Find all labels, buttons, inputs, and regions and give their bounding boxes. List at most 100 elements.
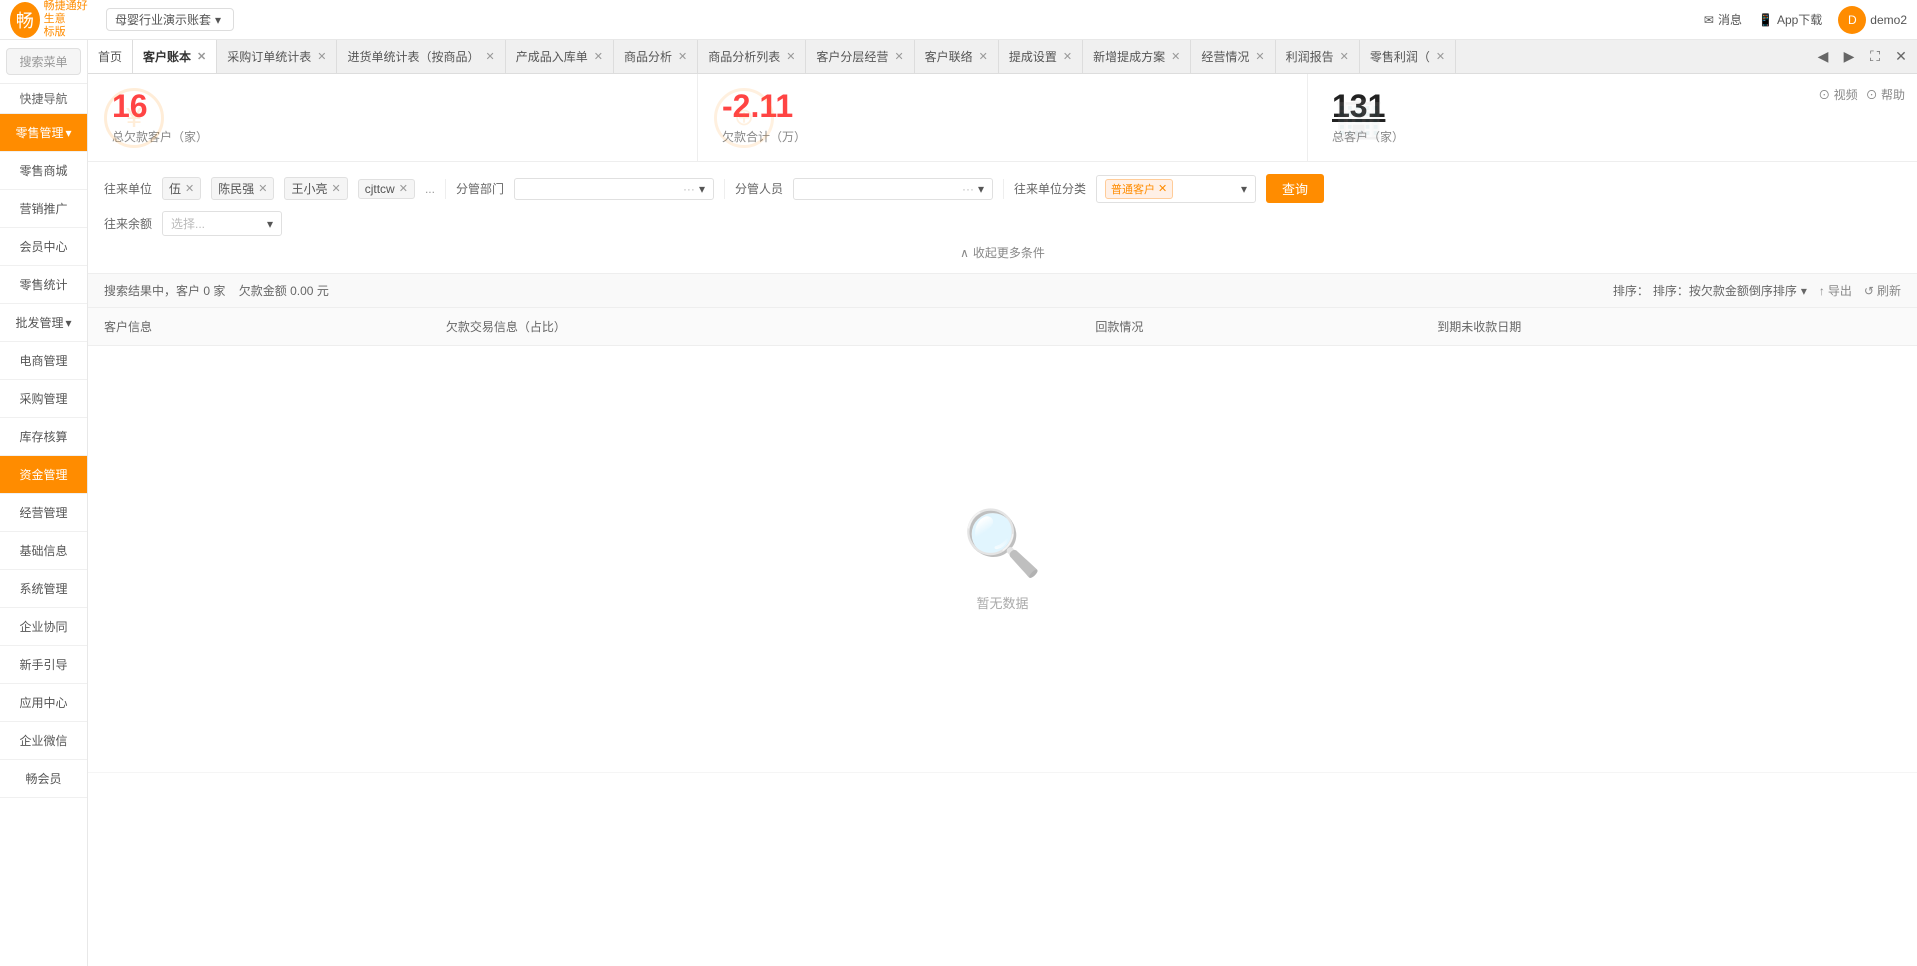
tab-actions: ◀ ▶ ⛶ ✕ — [1811, 45, 1917, 69]
col-due-date: 到期未收款日期 — [1421, 308, 1917, 346]
sidebar-item-ecommerce-mgmt[interactable]: 电商管理 — [0, 342, 87, 380]
person-more-icon: ··· — [962, 182, 974, 196]
dept-select[interactable]: ··· ▾ — [514, 178, 714, 200]
filter-tag-unit-3: 王小亮 ✕ — [284, 177, 347, 200]
sidebar-item-enterprise-wechat[interactable]: 企业微信 — [0, 722, 87, 760]
sort-chevron: ▾ — [1801, 284, 1807, 298]
sidebar-item-purchase-mgmt[interactable]: 采购管理 — [0, 380, 87, 418]
chevron-icon: ▾ — [65, 316, 71, 330]
balance-select[interactable]: 选择... ▾ — [162, 211, 282, 236]
stat-total-customers-label: 总客户（家） — [1332, 128, 1893, 145]
tab-new-commission-plan[interactable]: 新增提成方案 ✕ — [1083, 40, 1191, 74]
tab-commission-settings[interactable]: 提成设置 ✕ — [999, 40, 1083, 74]
tab-purchase-order-stats[interactable]: 采购订单统计表 ✕ — [217, 40, 337, 74]
remove-tag-3[interactable]: ✕ — [332, 182, 341, 195]
tab-bar: 首页 客户账本 ✕ 采购订单统计表 ✕ 进货单统计表（按商品） ✕ 产成品入库单… — [88, 40, 1917, 74]
sidebar-item-member-center[interactable]: 会员中心 — [0, 228, 87, 266]
close-tab-commission-settings[interactable]: ✕ — [1063, 50, 1072, 63]
tab-close-all[interactable]: ✕ — [1889, 45, 1913, 69]
sidebar-item-inventory[interactable]: 库存核算 — [0, 418, 87, 456]
remove-tag-1[interactable]: ✕ — [185, 182, 194, 195]
stat-debt-number: -2.11 — [722, 90, 1283, 122]
sort-control[interactable]: 排序： 排序：按欠款金额倒序排序 ▾ — [1613, 282, 1807, 299]
close-tab-customer-contact[interactable]: ✕ — [979, 50, 988, 63]
tab-customer-contact[interactable]: 客户联络 ✕ — [915, 40, 999, 74]
industry-selector[interactable]: 母婴行业演示账套 ▾ — [106, 8, 234, 31]
category-select[interactable]: 普通客户 ✕ ▾ — [1096, 175, 1256, 203]
close-tab-profit-report[interactable]: ✕ — [1340, 50, 1349, 63]
quick-nav-btn[interactable]: 快捷导航 — [0, 84, 87, 114]
filter-row-2: 往来余额 选择... ▾ — [104, 211, 1901, 236]
close-tab-new-commission-plan[interactable]: ✕ — [1171, 50, 1180, 63]
export-icon: ↑ — [1819, 284, 1825, 298]
close-tab-customer-tier[interactable]: ✕ — [894, 50, 903, 63]
close-tab-product-inbound[interactable]: ✕ — [594, 50, 603, 63]
sidebar-item-retail-mall[interactable]: 零售商城 — [0, 152, 87, 190]
filter-more-btn[interactable]: ... — [425, 182, 435, 196]
tab-product-analysis-list[interactable]: 商品分析列表 ✕ — [698, 40, 806, 74]
balance-chevron: ▾ — [267, 217, 273, 231]
sidebar-item-enterprise-collab[interactable]: 企业协同 — [0, 608, 87, 646]
tab-business-status[interactable]: 经营情况 ✕ — [1191, 40, 1275, 74]
sidebar-item-basic-info[interactable]: 基础信息 — [0, 532, 87, 570]
close-tab-product-analysis[interactable]: ✕ — [678, 50, 687, 63]
logo-area: 畅 畅捷通好生意 标版 — [10, 0, 98, 39]
col-debt-info: 欠款交易信息（占比） — [430, 308, 1080, 346]
collapse-btn[interactable]: ∧ 收起更多条件 — [104, 244, 1901, 261]
sidebar-item-wholesale-mgmt[interactable]: 批发管理 ▾ — [0, 304, 87, 342]
app-download-btn[interactable]: 📱 App下载 — [1758, 11, 1822, 28]
help-link[interactable]: ⊙ 帮助 — [1866, 86, 1905, 103]
filter-tag-unit-2: 陈民强 ✕ — [211, 177, 274, 200]
stat-card-customers: ¥ 16 总欠款客户（家） — [88, 74, 698, 161]
sidebar-item-app-center[interactable]: 应用中心 — [0, 684, 87, 722]
tab-scroll-right[interactable]: ▶ — [1837, 45, 1861, 69]
export-btn[interactable]: ↑ 导出 — [1819, 282, 1852, 299]
message-btn[interactable]: ✉ 消息 — [1704, 11, 1742, 28]
close-tab-business-status[interactable]: ✕ — [1255, 50, 1264, 63]
person-select[interactable]: ··· ▾ — [793, 178, 993, 200]
content-area: ¥ 16 总欠款客户（家） ⊕ -2.11 欠款合计（万） — [88, 74, 1917, 966]
sidebar-item-marketing[interactable]: 营销推广 — [0, 190, 87, 228]
filter-tag-unit-1: 伍 ✕ — [162, 177, 201, 200]
sidebar-item-retail-mgmt[interactable]: 零售管理 ▾ — [0, 114, 87, 152]
result-summary: 搜索结果中，客户 0 家 欠款金额 0.00 元 — [104, 282, 329, 299]
dept-more-icon: ··· — [683, 182, 695, 196]
tab-product-inbound[interactable]: 产成品入库单 ✕ — [506, 40, 614, 74]
remove-category[interactable]: ✕ — [1158, 182, 1167, 195]
sidebar-item-retail-stats[interactable]: 零售统计 — [0, 266, 87, 304]
close-tab-product-analysis-list[interactable]: ✕ — [786, 50, 795, 63]
sidebar-item-member-vip[interactable]: 畅会员 — [0, 760, 87, 798]
empty-state-cell: 🔍 暂无数据 — [88, 346, 1917, 773]
remove-tag-2[interactable]: ✕ — [258, 182, 267, 195]
tab-product-analysis[interactable]: 商品分析 ✕ — [614, 40, 698, 74]
user-menu[interactable]: D demo2 — [1838, 6, 1907, 34]
tab-retail-profit[interactable]: 零售利润（ ✕ — [1360, 40, 1456, 74]
tab-home[interactable]: 首页 — [88, 40, 133, 74]
sidebar-item-operation-mgmt[interactable]: 经营管理 — [0, 494, 87, 532]
search-menu-btn[interactable]: 搜索菜单 — [6, 48, 81, 75]
table-header: 客户信息 欠款交易信息（占比） 回款情况 到期未收款日期 — [88, 308, 1917, 346]
remove-tag-4[interactable]: ✕ — [399, 182, 408, 195]
sidebar-item-capital-mgmt[interactable]: 资金管理 — [0, 456, 87, 494]
tab-scroll-left[interactable]: ◀ — [1811, 45, 1835, 69]
tab-inbound-stats[interactable]: 进货单统计表（按商品） ✕ — [337, 40, 505, 74]
balance-label: 往来余额 — [104, 215, 152, 232]
sidebar-item-system-mgmt[interactable]: 系统管理 — [0, 570, 87, 608]
filter-tag-unit-4: cjttcw ✕ — [358, 179, 415, 199]
query-button[interactable]: 查询 — [1266, 174, 1324, 203]
tab-customer-tier[interactable]: 客户分层经营 ✕ — [806, 40, 914, 74]
empty-icon: 🔍 — [963, 506, 1043, 581]
close-tab-inbound-stats[interactable]: ✕ — [486, 50, 495, 63]
close-tab-retail-profit[interactable]: ✕ — [1436, 50, 1445, 63]
video-link[interactable]: ⊙ 视频 — [1818, 86, 1857, 103]
refresh-btn[interactable]: ↺ 刷新 — [1864, 282, 1901, 299]
empty-state: 🔍 暂无数据 — [88, 426, 1917, 692]
tab-fullscreen[interactable]: ⛶ — [1863, 45, 1887, 69]
sidebar-item-new-guide[interactable]: 新手引导 — [0, 646, 87, 684]
tab-customer-account[interactable]: 客户账本 ✕ — [133, 40, 217, 74]
close-tab-customer-account[interactable]: ✕ — [197, 50, 206, 63]
tab-profit-report[interactable]: 利润报告 ✕ — [1276, 40, 1360, 74]
person-label: 分管人员 — [735, 180, 783, 197]
category-chevron: ▾ — [1241, 182, 1247, 196]
close-tab-purchase-order-stats[interactable]: ✕ — [317, 50, 326, 63]
